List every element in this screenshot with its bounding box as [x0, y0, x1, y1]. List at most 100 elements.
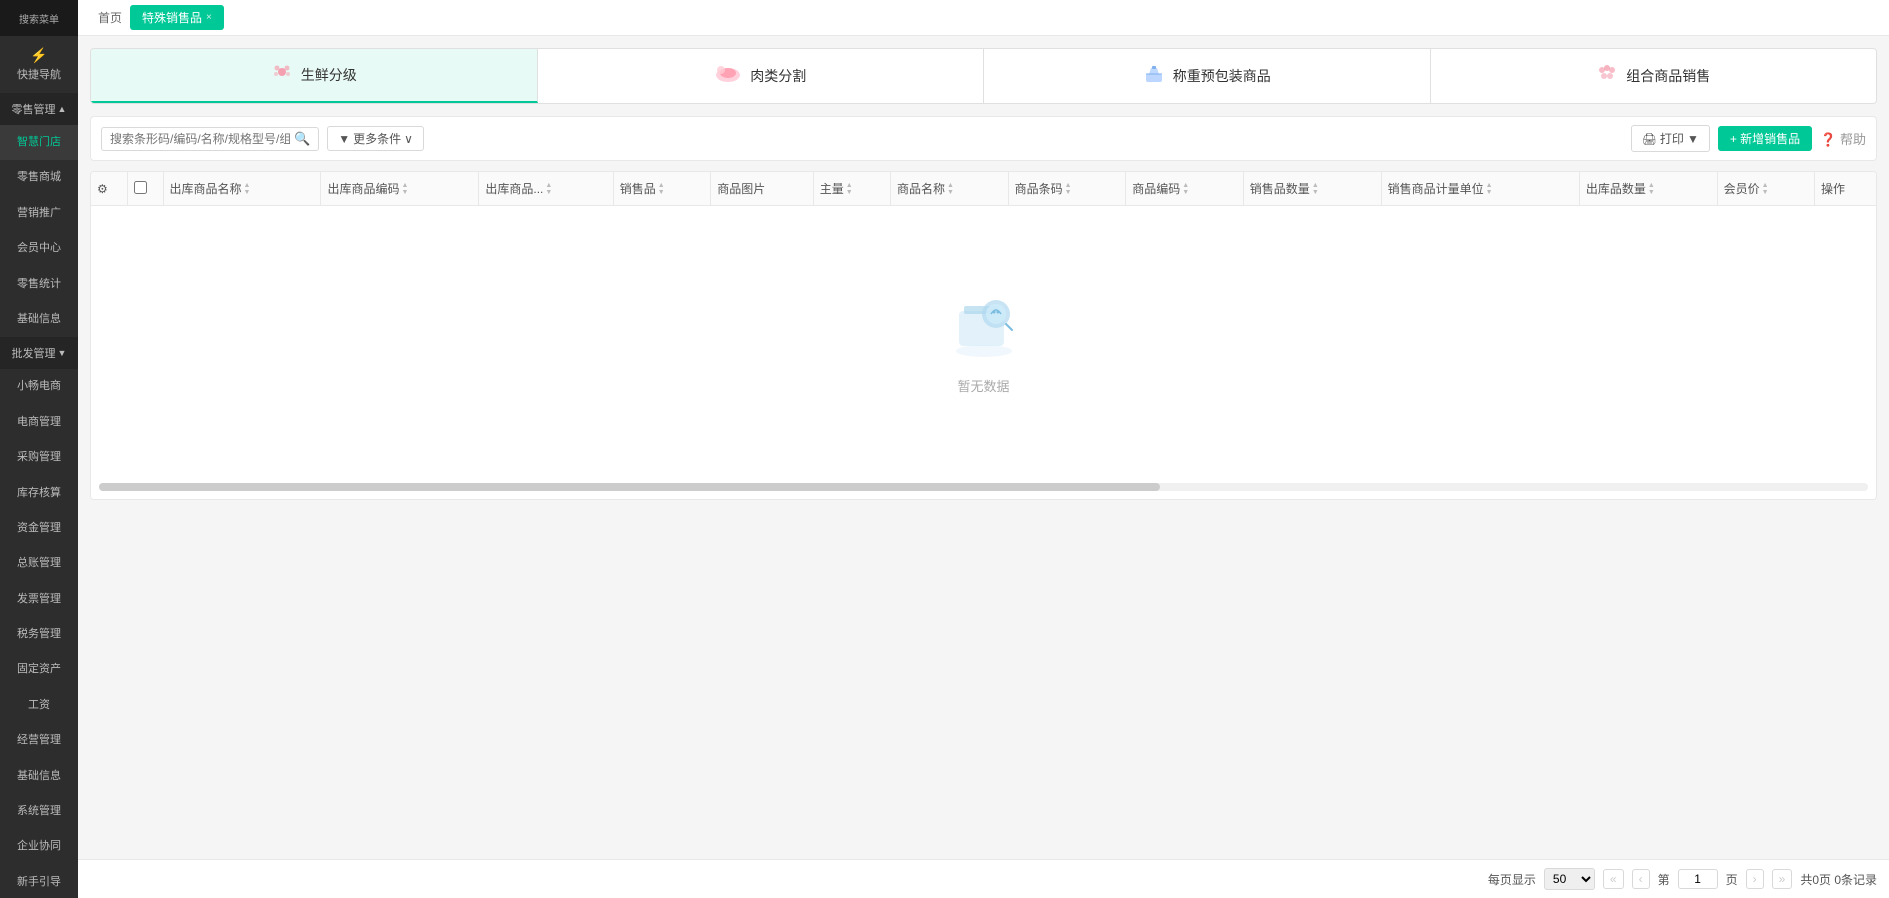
th-actions: 操作 — [1815, 172, 1876, 206]
sidebar-item-ecom-mgmt[interactable]: 电商管理 — [0, 405, 78, 440]
sidebar-item-retail-stats[interactable]: 零售统计 — [0, 267, 78, 302]
next-page-button[interactable]: › — [1746, 869, 1764, 889]
print-button[interactable]: 🖨 打印 ▼ — [1631, 125, 1710, 152]
th-checkbox[interactable] — [127, 172, 163, 206]
th-product-name[interactable]: 商品名称 ▲▼ — [891, 172, 1009, 206]
th-out-product-code[interactable]: 出库商品编码 ▲▼ — [321, 172, 479, 206]
combo-sales-icon — [1596, 62, 1618, 90]
filter-arrow-icon: ∨ — [404, 132, 413, 146]
th-sales-unit[interactable]: 销售商品计量单位 ▲▼ — [1381, 172, 1579, 206]
fresh-grade-label: 生鲜分级 — [301, 65, 357, 85]
sidebar-item-sys-mgmt[interactable]: 系统管理 — [0, 794, 78, 829]
weighed-pkg-icon — [1143, 62, 1165, 90]
th-settings[interactable]: ⚙ — [91, 172, 127, 206]
fresh-grade-icon — [271, 61, 293, 89]
sidebar-item-smart-store[interactable]: 智慧门店 — [0, 125, 78, 160]
horizontal-scrollbar-track[interactable] — [99, 483, 1868, 491]
empty-state-icon — [944, 286, 1024, 366]
sidebar-item-wages[interactable]: 工资 — [0, 688, 78, 723]
table-container: ⚙ 出库商品名称 ▲▼ — [90, 171, 1877, 500]
sidebar-item-fixed-assets[interactable]: 固定资产 — [0, 652, 78, 687]
sidebar-item-new-guide[interactable]: 新手引导 — [0, 865, 78, 898]
tab-fresh-grade[interactable]: 生鲜分级 — [91, 49, 538, 103]
combo-sales-label: 组合商品销售 — [1626, 66, 1710, 86]
sidebar-item-member-center[interactable]: 会员中心 — [0, 231, 78, 266]
th-product-code[interactable]: 商品编码 ▲▼ — [1126, 172, 1244, 206]
sort-out-product-name[interactable]: ▲▼ — [244, 182, 251, 196]
home-tab[interactable]: 首页 — [90, 9, 130, 26]
th-member-price[interactable]: 会员价 ▲▼ — [1717, 172, 1814, 206]
sort-out-product-code[interactable]: ▲▼ — [401, 182, 408, 196]
sidebar-section-wholesale[interactable]: 批发管理 ▼ — [0, 337, 78, 369]
sidebar-item-capital-mgmt[interactable]: 资金管理 — [0, 511, 78, 546]
active-tab[interactable]: 特殊销售品 × — [130, 5, 224, 30]
tab-weighed-pkg[interactable]: 称重预包装商品 — [984, 49, 1431, 103]
sidebar-item-purchase-mgmt[interactable]: 采购管理 — [0, 440, 78, 475]
total-label: 共0页 0条记录 — [1800, 871, 1877, 888]
sort-sales-unit[interactable]: ▲▼ — [1486, 182, 1493, 196]
print-arrow-icon: ▼ — [1687, 132, 1699, 146]
sidebar-item-retail-mall[interactable]: 零售商城 — [0, 160, 78, 195]
sidebar-item-basic-info[interactable]: 基础信息 — [0, 302, 78, 337]
sort-out-qty[interactable]: ▲▼ — [1648, 182, 1655, 196]
horizontal-scrollbar-thumb[interactable] — [99, 483, 1160, 491]
search-icon[interactable]: 🔍 — [294, 131, 310, 147]
select-all-checkbox[interactable] — [134, 181, 147, 194]
th-sales-qty[interactable]: 销售品数量 ▲▼ — [1243, 172, 1381, 206]
empty-state-row: 暂无数据 — [91, 206, 1876, 476]
th-main-quantity[interactable]: 主量 ▲▼ — [813, 172, 890, 206]
weighed-pkg-label: 称重预包装商品 — [1173, 66, 1271, 86]
tab-combo-sales[interactable]: 组合商品销售 — [1431, 49, 1877, 103]
first-page-button[interactable]: « — [1603, 869, 1624, 889]
sort-sales-product[interactable]: ▲▼ — [658, 182, 665, 196]
sidebar-search-menu[interactable]: 搜索菜单 — [0, 0, 78, 36]
sidebar-item-mini-ecom[interactable]: 小畅电商 — [0, 369, 78, 404]
sidebar-item-invoice-mgmt[interactable]: 发票管理 — [0, 582, 78, 617]
search-box[interactable]: 🔍 — [101, 127, 319, 151]
wholesale-arrow-icon: ▼ — [58, 348, 67, 358]
sort-main-quantity[interactable]: ▲▼ — [846, 182, 853, 196]
tab-meat-cut[interactable]: 肉类分割 — [538, 49, 985, 103]
pagination-bar: 每页显示 50 20 100 « ‹ 第 页 › » 共0页 0条记录 — [78, 859, 1889, 898]
empty-text: 暂无数据 — [957, 376, 1009, 395]
sidebar-item-basic-info2[interactable]: 基础信息 — [0, 759, 78, 794]
prev-page-button[interactable]: ‹ — [1632, 869, 1650, 889]
add-sales-button[interactable]: + 新增销售品 — [1718, 126, 1812, 151]
per-page-select[interactable]: 50 20 100 — [1544, 868, 1595, 890]
sidebar-item-quick-nav[interactable]: ⚡ 快捷导航 — [0, 36, 78, 93]
th-product-image[interactable]: 商品图片 — [711, 172, 814, 206]
sort-member-price[interactable]: ▲▼ — [1762, 182, 1769, 196]
content-wrapper: 生鲜分级 肉类分割 — [78, 36, 1889, 898]
sidebar: 搜索菜单 ⚡ 快捷导航 零售管理 ▲ 智慧门店 零售商城 营销推广 会员中心 零… — [0, 0, 78, 898]
sort-out-product-x[interactable]: ▲▼ — [545, 182, 552, 196]
sidebar-item-sales-promo[interactable]: 营销推广 — [0, 196, 78, 231]
sidebar-item-ops-mgmt[interactable]: 经营管理 — [0, 723, 78, 758]
empty-state: 暂无数据 — [91, 206, 1876, 475]
last-page-button[interactable]: » — [1772, 869, 1793, 889]
sidebar-item-enterprise[interactable]: 企业协同 — [0, 829, 78, 864]
sidebar-item-general-ledger[interactable]: 总账管理 — [0, 546, 78, 581]
th-out-qty[interactable]: 出库品数量 ▲▼ — [1579, 172, 1717, 206]
help-button[interactable]: ❓ 帮助 — [1820, 129, 1866, 148]
close-tab-icon[interactable]: × — [206, 12, 212, 23]
sidebar-item-inventory[interactable]: 库存核算 — [0, 476, 78, 511]
sort-sales-qty[interactable]: ▲▼ — [1312, 182, 1319, 196]
th-sales-product[interactable]: 销售品 ▲▼ — [613, 172, 710, 206]
sort-product-name[interactable]: ▲▼ — [947, 182, 954, 196]
data-table: ⚙ 出库商品名称 ▲▼ — [91, 172, 1876, 475]
th-out-product-x[interactable]: 出库商品... ▲▼ — [479, 172, 613, 206]
sort-product-barcode[interactable]: ▲▼ — [1065, 182, 1072, 196]
toolbar-right: 🖨 打印 ▼ + 新增销售品 ❓ 帮助 — [1631, 125, 1866, 152]
th-product-barcode[interactable]: 商品条码 ▲▼ — [1008, 172, 1126, 206]
per-page-label: 每页显示 — [1488, 871, 1536, 888]
page-number-input[interactable] — [1678, 869, 1718, 889]
quick-nav-icon: ⚡ — [5, 46, 73, 66]
print-icon: 🖨 — [1642, 132, 1657, 146]
sidebar-section-retail[interactable]: 零售管理 ▲ — [0, 93, 78, 125]
th-out-product-name[interactable]: 出库商品名称 ▲▼ — [163, 172, 321, 206]
sort-product-code[interactable]: ▲▼ — [1182, 182, 1189, 196]
filter-button[interactable]: ▼ 更多条件 ∨ — [327, 126, 424, 151]
search-input[interactable] — [110, 132, 290, 146]
sidebar-item-tax-mgmt[interactable]: 税务管理 — [0, 617, 78, 652]
topbar: 首页 特殊销售品 × — [78, 0, 1889, 36]
